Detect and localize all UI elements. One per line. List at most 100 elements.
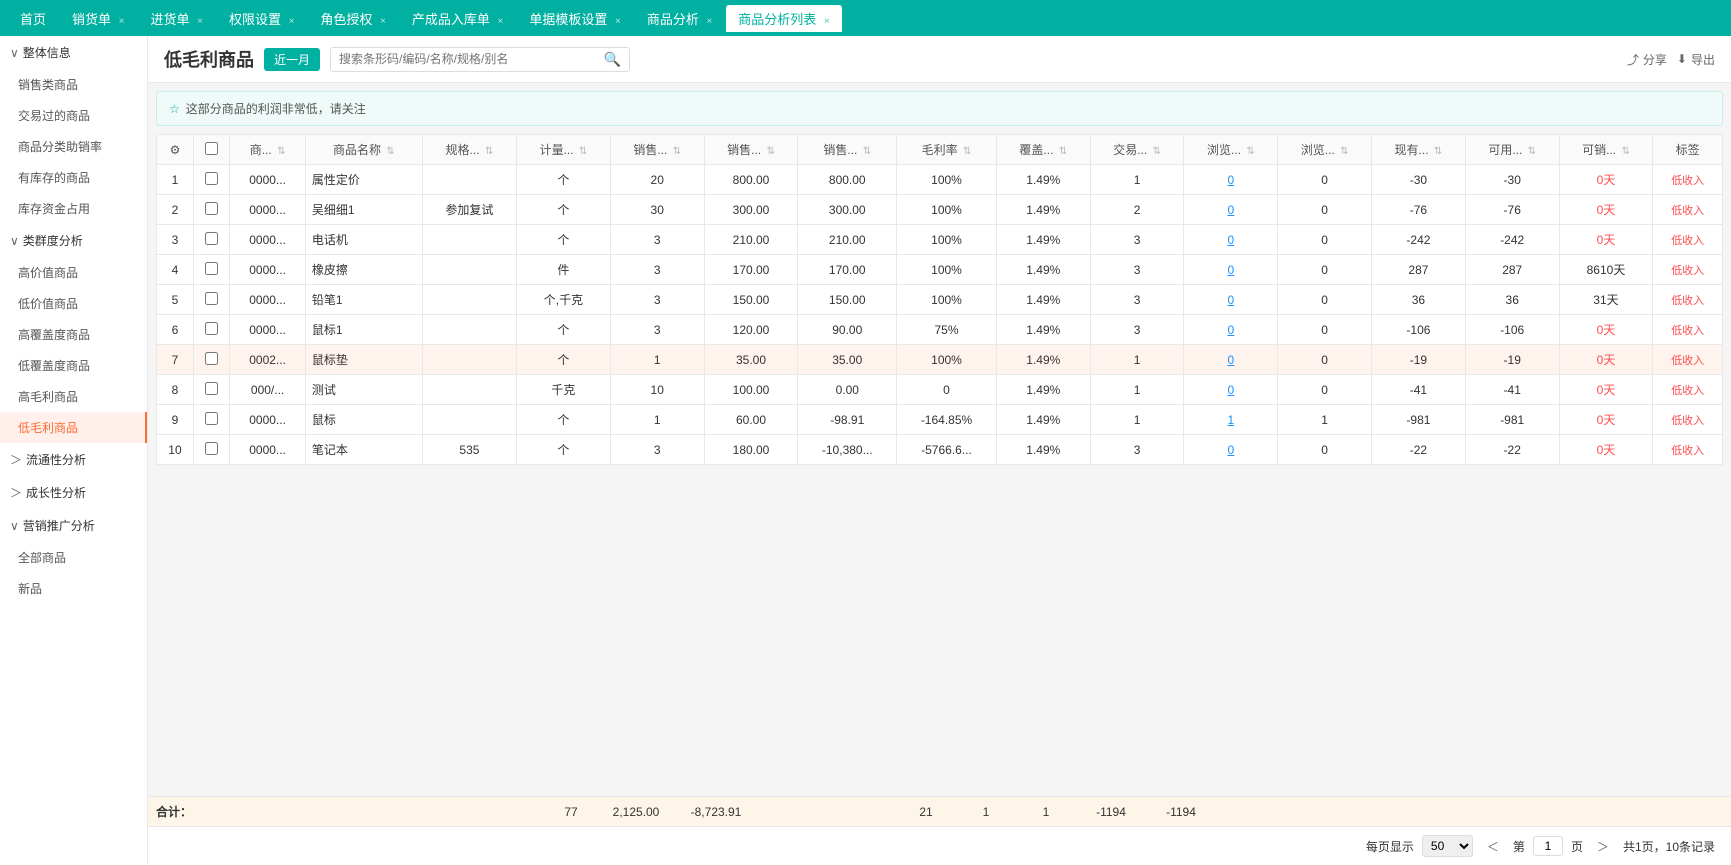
cell-browse1[interactable]: 0	[1184, 255, 1278, 285]
col-header-current[interactable]: 现有... ⇅	[1372, 135, 1466, 165]
col-header-unit[interactable]: 计量... ⇅	[517, 135, 611, 165]
browse-link[interactable]: 0	[1228, 263, 1235, 277]
row-checkbox[interactable]	[205, 322, 218, 335]
row-checkbox[interactable]	[205, 292, 218, 305]
browse-link[interactable]: 0	[1228, 173, 1235, 187]
sidebar-item-high-margin[interactable]: 高毛利商品	[0, 381, 147, 412]
row-checkbox[interactable]	[205, 172, 218, 185]
col-header-trade[interactable]: 交易... ⇅	[1090, 135, 1184, 165]
browse-link[interactable]: 0	[1228, 383, 1235, 397]
cell-check[interactable]	[193, 255, 229, 285]
close-icon[interactable]: ×	[498, 16, 504, 27]
col-header-sale-qty[interactable]: 销售... ⇅	[610, 135, 704, 165]
close-icon[interactable]: ×	[824, 16, 830, 27]
browse-link[interactable]: 0	[1228, 233, 1235, 247]
sidebar-item-high-coverage[interactable]: 高覆盖度商品	[0, 319, 147, 350]
sidebar-item-traded-goods[interactable]: 交易过的商品	[0, 100, 147, 131]
cell-browse1[interactable]: 0	[1184, 315, 1278, 345]
next-page-button[interactable]: ＞	[1591, 836, 1615, 857]
period-button[interactable]: 近一月	[264, 48, 320, 71]
col-header-sale-price[interactable]: 销售... ⇅	[704, 135, 798, 165]
cell-browse1[interactable]: 0	[1184, 285, 1278, 315]
cell-check[interactable]	[193, 405, 229, 435]
col-header-setting[interactable]: ⚙	[157, 135, 194, 165]
nav-item-purchase[interactable]: 进货单 ×	[138, 5, 214, 32]
col-header-check[interactable]	[193, 135, 229, 165]
cell-browse1[interactable]: 0	[1184, 195, 1278, 225]
browse-link[interactable]: 0	[1228, 353, 1235, 367]
browse-link[interactable]: 0	[1228, 293, 1235, 307]
sidebar-item-stock-funds[interactable]: 库存资金占用	[0, 193, 147, 224]
row-checkbox[interactable]	[205, 412, 218, 425]
cell-browse1[interactable]: 0	[1184, 375, 1278, 405]
share-button[interactable]: ⤴ 分享	[1627, 51, 1667, 68]
close-icon[interactable]: ×	[119, 16, 125, 27]
table-wrapper[interactable]: ⚙ 商... ⇅ 商品名称 ⇅ 规格... ⇅ 计量... ⇅ 销售... ⇅ …	[156, 134, 1723, 796]
search-input[interactable]	[339, 52, 604, 66]
close-icon[interactable]: ×	[289, 16, 295, 27]
col-header-spec[interactable]: 规格... ⇅	[422, 135, 516, 165]
col-header-saleable[interactable]: 可销... ⇅	[1559, 135, 1653, 165]
cell-browse1[interactable]: 0	[1184, 225, 1278, 255]
row-checkbox[interactable]	[205, 352, 218, 365]
browse-link[interactable]: 0	[1228, 203, 1235, 217]
col-header-browse2[interactable]: 浏览... ⇅	[1278, 135, 1372, 165]
sidebar-group-marketing[interactable]: ∨ 营销推广分析	[0, 509, 147, 542]
page-number-input[interactable]	[1533, 836, 1563, 856]
cell-check[interactable]	[193, 435, 229, 465]
sidebar-item-in-stock[interactable]: 有库存的商品	[0, 162, 147, 193]
close-icon[interactable]: ×	[197, 16, 203, 27]
row-checkbox[interactable]	[205, 262, 218, 275]
prev-page-button[interactable]: ＜	[1481, 836, 1505, 857]
sidebar-group-cluster[interactable]: ∨ 类群度分析	[0, 224, 147, 257]
sidebar-item-low-coverage[interactable]: 低覆盖度商品	[0, 350, 147, 381]
nav-item-template[interactable]: 单据模板设置 ×	[517, 5, 632, 32]
page-size-select[interactable]: 50 100 200	[1422, 835, 1473, 857]
col-header-name[interactable]: 商品名称 ⇅	[305, 135, 422, 165]
sidebar-group-growth[interactable]: ＞ 成长性分析	[0, 476, 147, 509]
col-header-browse1[interactable]: 浏览... ⇅	[1184, 135, 1278, 165]
browse-link[interactable]: 0	[1228, 323, 1235, 337]
select-all-checkbox[interactable]	[205, 142, 218, 155]
col-header-tag[interactable]: 标签	[1653, 135, 1723, 165]
nav-item-auth[interactable]: 权限设置 ×	[217, 5, 306, 32]
close-icon[interactable]: ×	[380, 16, 386, 27]
close-icon[interactable]: ×	[615, 16, 621, 27]
sidebar-item-sales-goods[interactable]: 销售类商品	[0, 69, 147, 100]
sidebar-item-category-rate[interactable]: 商品分类助销率	[0, 131, 147, 162]
cell-check[interactable]	[193, 315, 229, 345]
sidebar-group-circulation[interactable]: ＞ 流通性分析	[0, 443, 147, 476]
sidebar-item-all-goods[interactable]: 全部商品	[0, 542, 147, 573]
sidebar-group-overall[interactable]: ∨ 整体信息	[0, 36, 147, 69]
sidebar-item-low-value[interactable]: 低价值商品	[0, 288, 147, 319]
browse-link[interactable]: 0	[1228, 443, 1235, 457]
cell-check[interactable]	[193, 225, 229, 255]
sidebar-item-high-value[interactable]: 高价值商品	[0, 257, 147, 288]
nav-item-product-entry[interactable]: 产成品入库单 ×	[400, 5, 515, 32]
cell-check[interactable]	[193, 195, 229, 225]
sidebar-item-new-goods[interactable]: 新品	[0, 573, 147, 604]
nav-item-sales[interactable]: 销货单 ×	[60, 5, 136, 32]
close-icon[interactable]: ×	[706, 16, 712, 27]
cell-browse1[interactable]: 0	[1184, 165, 1278, 195]
row-checkbox[interactable]	[205, 382, 218, 395]
cell-browse1[interactable]: 1	[1184, 405, 1278, 435]
nav-item-home[interactable]: 首页	[8, 5, 58, 32]
col-header-available[interactable]: 可用... ⇅	[1465, 135, 1559, 165]
export-button[interactable]: ⬇ 导出	[1677, 51, 1715, 68]
col-header-sale-profit[interactable]: 销售... ⇅	[798, 135, 897, 165]
browse-link[interactable]: 1	[1228, 413, 1235, 427]
col-header-gross-margin[interactable]: 毛利率 ⇅	[897, 135, 997, 165]
col-header-coverage[interactable]: 覆盖... ⇅	[996, 135, 1090, 165]
cell-check[interactable]	[193, 375, 229, 405]
row-checkbox[interactable]	[205, 202, 218, 215]
row-checkbox[interactable]	[205, 442, 218, 455]
cell-check[interactable]	[193, 285, 229, 315]
cell-browse1[interactable]: 0	[1184, 345, 1278, 375]
cell-browse1[interactable]: 0	[1184, 435, 1278, 465]
nav-item-analysis[interactable]: 商品分析 ×	[635, 5, 724, 32]
cell-check[interactable]	[193, 345, 229, 375]
row-checkbox[interactable]	[205, 232, 218, 245]
nav-item-role[interactable]: 角色授权 ×	[308, 5, 397, 32]
col-header-code[interactable]: 商... ⇅	[230, 135, 306, 165]
